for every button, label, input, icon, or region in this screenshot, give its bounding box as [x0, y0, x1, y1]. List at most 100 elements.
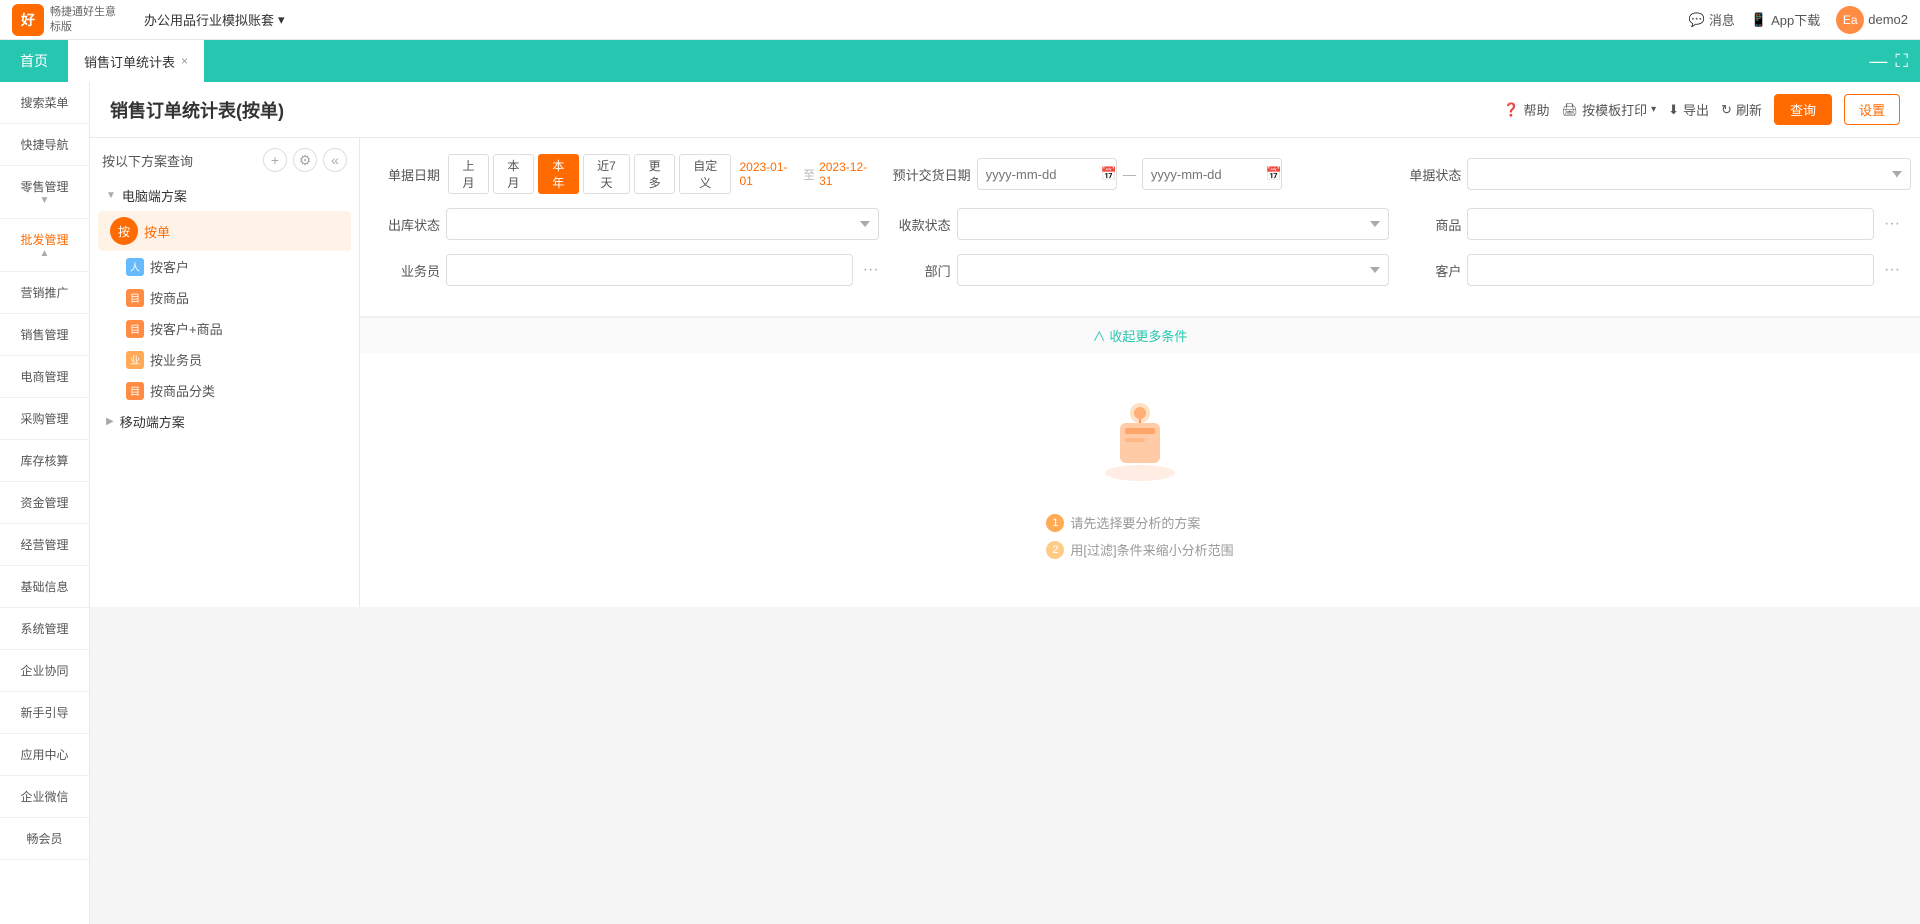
date-btn-more[interactable]: 更多	[634, 154, 675, 194]
tab-maximize-icon[interactable]: ⛶	[1895, 51, 1908, 72]
customer-input[interactable]	[1467, 254, 1874, 286]
status-select[interactable]	[1467, 158, 1911, 190]
settings-button[interactable]: 设置	[1844, 94, 1900, 125]
customer-more-icon[interactable]: ···	[1884, 261, 1900, 279]
sidebar-item-finance[interactable]: 资金管理	[0, 482, 89, 524]
product-more-icon[interactable]: ···	[1884, 215, 1900, 233]
date-btn-this-year[interactable]: 本年	[538, 154, 579, 194]
hint-item-2: 2 用[过滤]条件来缩小分析范围	[1046, 540, 1233, 559]
sidebar-item-sales[interactable]: 销售管理	[0, 314, 89, 356]
chevron-up-icon: ▲	[40, 248, 50, 259]
sidebar-item-inventory[interactable]: 库存核算	[0, 440, 89, 482]
tree-parent-desktop[interactable]: ▼ 电脑端方案	[98, 180, 351, 211]
product-label: 商品	[1401, 215, 1461, 234]
page-actions: ❓ 帮助 🖨 按模板打印 ▾ ⬇ 导出 ↻ 刷新 查询 设置	[1503, 94, 1900, 125]
expected-date-label: 预计交货日期	[891, 165, 971, 184]
sidebar-item-system[interactable]: 系统管理	[0, 608, 89, 650]
export-button[interactable]: ⬇ 导出	[1668, 100, 1709, 119]
download-icon: 📱	[1751, 12, 1767, 28]
expected-date-start-input[interactable]	[977, 158, 1117, 190]
app-selector[interactable]: 办公用品行业模拟账套 ▾	[144, 10, 285, 29]
sidebar-item-app-center[interactable]: 应用中心	[0, 734, 89, 776]
sidebar-item-ecommerce[interactable]: 电商管理	[0, 356, 89, 398]
sidebar-item-ops[interactable]: 经营管理	[0, 524, 89, 566]
date-btn-last-month[interactable]: 上月	[448, 154, 489, 194]
tree-child-by-salesman[interactable]: 业 按业务员	[98, 344, 351, 375]
out-status-select[interactable]	[446, 208, 879, 240]
help-icon: ❓	[1503, 102, 1519, 118]
salesman-input[interactable]	[446, 254, 853, 286]
filter-row-3: 业务员 ··· 部门 客户 ···	[380, 254, 1900, 286]
top-bar-right: 💬 消息 📱 App下载 Ea demo2	[1689, 6, 1908, 34]
sidebar-item-enterprise[interactable]: 企业协同	[0, 650, 89, 692]
tree-parent-mobile[interactable]: ▶ 移动端方案	[98, 406, 351, 437]
tree-expand-icon: ▶	[106, 416, 114, 427]
collapse-icon: ∧	[1093, 329, 1106, 344]
filter-cell-customer: 客户 ···	[1401, 254, 1900, 286]
message-icon: 💬	[1689, 12, 1705, 28]
help-button[interactable]: ❓ 帮助	[1503, 100, 1549, 119]
sidebar-item-member[interactable]: 畅会员	[0, 818, 89, 860]
logo-text: 畅捷通好生意 标版	[50, 5, 116, 34]
receive-status-label: 收款状态	[891, 215, 951, 234]
filter-section: 单据日期 上月 本月 本年 近7天 更多 自定义 2023-01-01	[360, 138, 1920, 317]
chevron-down-icon: ▼	[40, 195, 50, 206]
query-button[interactable]: 查询	[1774, 94, 1832, 125]
receive-status-select[interactable]	[957, 208, 1390, 240]
collapse-panel-button[interactable]: «	[323, 148, 347, 172]
expected-date-end-input[interactable]	[1142, 158, 1282, 190]
sidebar-item-newbie[interactable]: 新手引导	[0, 692, 89, 734]
dept-select[interactable]	[957, 254, 1390, 286]
refresh-button[interactable]: ↻ 刷新	[1721, 100, 1762, 119]
user-profile[interactable]: Ea demo2	[1836, 6, 1908, 34]
tree-desktop-label: 电脑端方案	[122, 186, 187, 205]
sidebar-item-basic-info[interactable]: 基础信息	[0, 566, 89, 608]
product-input[interactable]	[1467, 208, 1874, 240]
top-bar: 好 畅捷通好生意 标版 办公用品行业模拟账套 ▾ 💬 消息 📱 App下载 Ea…	[0, 0, 1920, 40]
collapse-icon: «	[331, 152, 339, 168]
message-button[interactable]: 💬 消息	[1689, 10, 1735, 29]
sidebar-item-marketing[interactable]: 营销推广	[0, 272, 89, 314]
date-shortcuts: 上月 本月 本年 近7天 更多 自定义	[448, 154, 731, 194]
empty-area: 1 请先选择要分析的方案 2 用[过滤]条件来缩小分析范围	[360, 353, 1920, 607]
filter-cell-product: 商品 ···	[1401, 208, 1900, 240]
filter-cell-out-status: 出库状态	[380, 208, 879, 240]
tree-child-by-category[interactable]: 目 按商品分类	[98, 375, 351, 406]
logo-icon: 好	[12, 4, 44, 36]
table-icon: 目	[126, 382, 144, 400]
filter-row-1: 单据日期 上月 本月 本年 近7天 更多 自定义 2023-01-01	[380, 154, 1900, 194]
calendar-icon-end[interactable]: 📅	[1266, 166, 1282, 182]
tab-home[interactable]: 首页	[0, 40, 68, 82]
filter-cell-status: 单据状态 ▾	[1401, 158, 1900, 190]
calendar-icon-start[interactable]: 📅	[1101, 166, 1117, 182]
top-bar-left: 好 畅捷通好生意 标版 办公用品行业模拟账套 ▾	[12, 4, 285, 36]
sidebar-item-retail[interactable]: 零售管理 ▼	[0, 166, 89, 219]
collapse-bar[interactable]: ∧ 收起更多条件	[360, 317, 1920, 353]
tab-close-icon[interactable]: ×	[181, 54, 188, 68]
hint-num-2: 2	[1046, 541, 1064, 559]
tree-child-by-product[interactable]: 目 按商品	[98, 282, 351, 313]
page-title: 销售订单统计表(按单)	[110, 97, 284, 123]
content-area: 销售订单统计表(按单) ❓ 帮助 🖨 按模板打印 ▾ ⬇ 导出 ↻ 刷新	[90, 82, 1920, 924]
date-btn-last7[interactable]: 近7天	[583, 154, 630, 194]
tree-child-by-customer[interactable]: 人 按客户	[98, 251, 351, 282]
date-btn-custom[interactable]: 自定义	[679, 154, 731, 194]
sidebar-item-wholesale[interactable]: 批发管理 ▲	[0, 219, 89, 272]
sidebar-item-search-menu[interactable]: 搜索菜单	[0, 82, 89, 124]
tab-sales-stats[interactable]: 销售订单统计表 ×	[68, 40, 204, 82]
sidebar-item-quick-nav[interactable]: 快捷导航	[0, 124, 89, 166]
sidebar-item-purchase[interactable]: 采购管理	[0, 398, 89, 440]
sidebar: 搜索菜单 快捷导航 零售管理 ▼ 批发管理 ▲ 营销推广 销售管理 电商管理 采…	[0, 82, 90, 924]
template-print-button[interactable]: 🖨 按模板打印 ▾	[1562, 100, 1657, 119]
salesman-more-icon[interactable]: ···	[863, 261, 879, 279]
app-download-button[interactable]: 📱 App下载	[1751, 10, 1820, 29]
export-icon: ⬇	[1668, 102, 1679, 118]
date-btn-this-month[interactable]: 本月	[493, 154, 534, 194]
tree-child-by-cust-prod[interactable]: 目 按客户+商品	[98, 313, 351, 344]
settings-scheme-button[interactable]: ⚙	[293, 148, 317, 172]
date-label: 单据日期	[380, 165, 440, 184]
add-scheme-button[interactable]: +	[263, 148, 287, 172]
sidebar-item-enterprise-wx[interactable]: 企业微信	[0, 776, 89, 818]
tab-minimize-icon[interactable]: —	[1869, 51, 1887, 72]
tree-child-by-order[interactable]: 按 按单	[98, 211, 351, 251]
